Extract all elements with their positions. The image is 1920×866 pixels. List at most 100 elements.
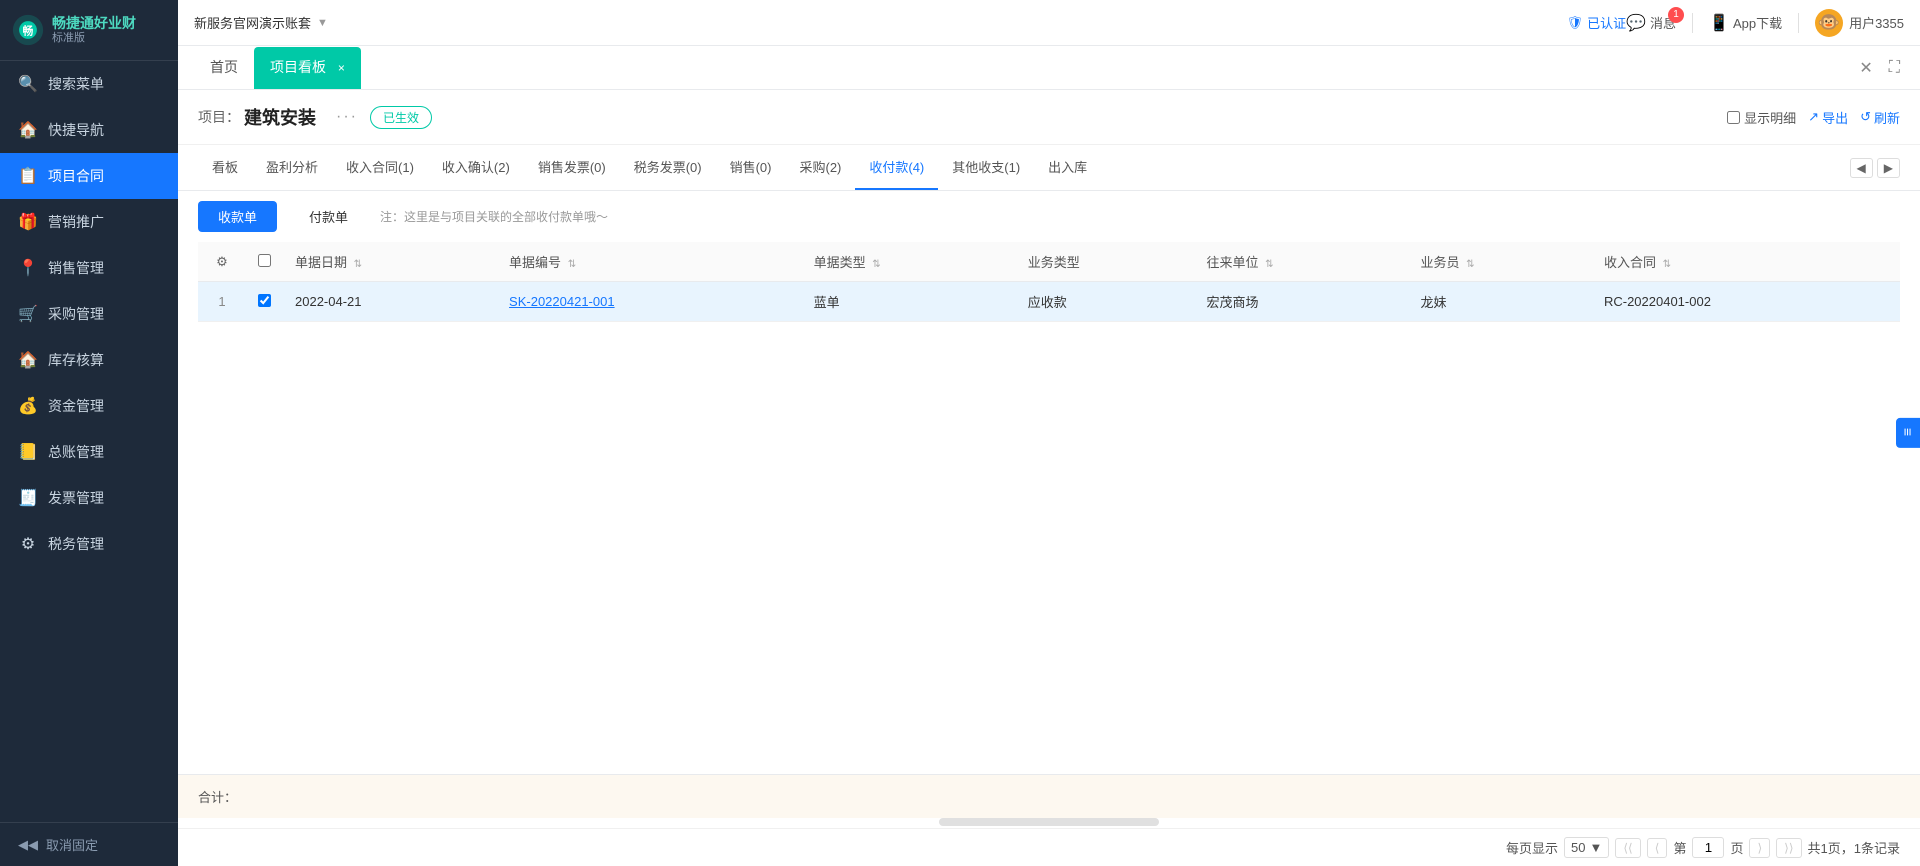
shield-icon: 🛡 — [1567, 15, 1584, 31]
sidebar-item-inventory[interactable]: 🏠库存核算 — [0, 337, 178, 383]
sidebar-footer-unpin[interactable]: ◀◀ 取消固定 — [0, 822, 178, 866]
sidebar-item-label-sales: 销售管理 — [48, 258, 104, 278]
total-row: 合计： — [178, 774, 1920, 818]
th-code[interactable]: 单据编号 ⇅ — [497, 242, 802, 282]
sub-tab-next[interactable]: ▶ — [1877, 158, 1900, 178]
sidebar-item-finance[interactable]: 💰资金管理 — [0, 383, 178, 429]
project-more-btn[interactable]: ··· — [336, 108, 358, 126]
sub-tab-kanban[interactable]: 看板 — [198, 145, 252, 190]
sidebar-item-search[interactable]: 🔍搜索菜单 — [0, 61, 178, 107]
sidebar-item-label-ledger: 总账管理 — [48, 442, 104, 462]
row-code-link[interactable]: SK-20220421-001 — [509, 294, 615, 309]
sidebar-item-quicknav[interactable]: 🏠快捷导航 — [0, 107, 178, 153]
sidebar-item-tax[interactable]: ⚙ 税务管理 — [0, 521, 178, 567]
collection-toggle-btn[interactable]: 收款单 — [198, 201, 277, 232]
sidebar-item-ledger[interactable]: 📒 总账管理 — [0, 429, 178, 475]
sidebar: 畅 畅捷通好业财 标准版 🔍搜索菜单🏠快捷导航📋项目合同🎁营销推广📍销售管理🛒采… — [0, 0, 178, 866]
sidebar-footer-label: 取消固定 — [46, 835, 98, 854]
th-income-contract[interactable]: 收入合同 ⇅ — [1592, 242, 1900, 282]
tab-project-board[interactable]: 项目看板 × — [254, 47, 361, 89]
sub-tab-in-out[interactable]: 出入库 — [1034, 145, 1101, 190]
table-row: 1 2022-04-21 SK-20220421-001 蓝单 应收款 宏茂商场… — [198, 282, 1900, 322]
tab-close-icon[interactable]: × — [338, 61, 345, 75]
sidebar-item-label-quicknav: 快捷导航 — [48, 120, 104, 140]
messages-btn[interactable]: 💬 消息 1 — [1626, 13, 1676, 33]
sidebar-item-label-tax: 税务管理 — [48, 534, 104, 554]
row-type: 蓝单 — [802, 282, 1016, 322]
th-type[interactable]: 单据类型 ⇅ — [802, 242, 1016, 282]
show-detail-checkbox[interactable]: 显示明细 — [1727, 108, 1796, 127]
sidebar-item-invoice[interactable]: 🧾发票管理 — [0, 475, 178, 521]
refresh-icon: ↺ — [1860, 109, 1871, 125]
sub-tabs: 看板 盈利分析 收入合同(1) 收入确认(2) 销售发票(0) 税务发票(0) … — [178, 145, 1920, 191]
sub-tab-income-contract[interactable]: 收入合同(1) — [332, 145, 428, 190]
th-date[interactable]: 单据日期 ⇅ — [283, 242, 497, 282]
project-status-badge: 已生效 — [370, 106, 432, 129]
tab-close-btn[interactable]: ✕ — [1855, 54, 1876, 82]
page-number-input[interactable] — [1692, 837, 1724, 858]
export-btn[interactable]: ↗ 导出 — [1808, 108, 1848, 127]
sidebar-item-marketing[interactable]: 🎁营销推广 — [0, 199, 178, 245]
refresh-btn[interactable]: ↺ 刷新 — [1860, 108, 1900, 127]
page-first-btn[interactable]: ⟨⟨ — [1615, 838, 1640, 858]
row-check[interactable] — [246, 282, 283, 322]
tax-icon: ⚙ — [18, 534, 38, 554]
sort-partner-icon: ⇅ — [1265, 259, 1273, 270]
payment-toggle-btn[interactable]: 付款单 — [289, 201, 368, 232]
sidebar-item-sales[interactable]: 📍销售管理 — [0, 245, 178, 291]
sidebar-scroll: 🔍搜索菜单🏠快捷导航📋项目合同🎁营销推广📍销售管理🛒采购管理🏠库存核算💰资金管理… — [0, 61, 178, 822]
toggle-note: 注：这里是与项目关联的全部收付款单哦～ — [380, 208, 608, 225]
tab-expand-btn[interactable]: ⛶ — [1885, 54, 1904, 82]
show-detail-input[interactable] — [1727, 111, 1740, 124]
account-dropdown-icon: ▼ — [317, 17, 328, 29]
tab-home[interactable]: 首页 — [194, 47, 254, 89]
project-title: 建筑安装 — [244, 104, 316, 130]
th-biz-type: 业务类型 — [1016, 242, 1195, 282]
row-code[interactable]: SK-20220421-001 — [497, 282, 802, 322]
app-download-btn[interactable]: 📱 App下载 — [1709, 13, 1782, 33]
sub-tab-prev[interactable]: ◀ — [1850, 158, 1873, 178]
page-size-selector[interactable]: 50 ▼ — [1564, 837, 1609, 858]
settings-col-header[interactable]: ⚙ — [198, 242, 246, 282]
message-icon: 💬 — [1626, 13, 1646, 33]
sub-tab-nav: ◀ ▶ — [1850, 158, 1900, 178]
account-selector[interactable]: 新服务官网演示账套 ▼ — [194, 13, 1547, 32]
invoice-icon: 🧾 — [18, 488, 38, 508]
th-partner[interactable]: 往来单位 ⇅ — [1194, 242, 1408, 282]
sub-tab-income-confirm[interactable]: 收入确认(2) — [428, 145, 524, 190]
refresh-label: 刷新 — [1874, 108, 1900, 127]
page-prev-btn[interactable]: ⟨ — [1647, 838, 1668, 858]
sub-tab-payment[interactable]: 收付款(4) — [855, 145, 938, 190]
sort-contract-icon: ⇅ — [1663, 259, 1671, 270]
sub-tab-sales[interactable]: 销售(0) — [716, 145, 786, 190]
main-area: 新服务官网演示账套 ▼ 🛡 已认证 💬 消息 1 📱 App下载 🐵 用户335… — [178, 0, 1920, 866]
row-checkbox[interactable] — [258, 294, 271, 307]
sidebar-item-label-finance: 资金管理 — [48, 396, 104, 416]
page-last-btn[interactable]: ⟩⟩ — [1776, 838, 1801, 858]
sub-tab-other[interactable]: 其他收支(1) — [938, 145, 1034, 190]
sidebar-item-purchase[interactable]: 🛒采购管理 — [0, 291, 178, 337]
pagination-bar: 每页显示 50 ▼ ⟨⟨ ⟨ 第 页 ⟩ ⟩⟩ 共1页，1条记录 — [178, 828, 1920, 866]
sub-tab-tax-invoice[interactable]: 税务发票(0) — [620, 145, 716, 190]
app-name: 畅捷通好业财 — [52, 15, 136, 32]
sidebar-item-contract[interactable]: 📋项目合同 — [0, 153, 178, 199]
sub-tab-sales-invoice[interactable]: 销售发票(0) — [524, 145, 620, 190]
page-next-btn[interactable]: ⟩ — [1749, 838, 1770, 858]
project-header-actions: 显示明细 ↗ 导出 ↺ 刷新 — [1727, 108, 1900, 127]
sub-tab-purchase[interactable]: 采购(2) — [785, 145, 855, 190]
side-panel-btn[interactable]: ≡ — [1896, 418, 1920, 448]
tab-home-label: 首页 — [210, 59, 238, 75]
total-records-label: 共1页，1条记录 — [1808, 838, 1900, 857]
table-scrollbar[interactable] — [178, 818, 1920, 828]
th-salesman[interactable]: 业务员 ⇅ — [1408, 242, 1591, 282]
ledger-icon: 📒 — [18, 442, 38, 462]
sidebar-item-label-contract: 项目合同 — [48, 166, 104, 186]
check-col-header[interactable] — [246, 242, 283, 282]
sub-tab-profit[interactable]: 盈利分析 — [252, 145, 332, 190]
data-table: ⚙ 单据日期 ⇅ 单据编号 ⇅ 单据类型 ⇅ — [198, 242, 1900, 322]
verified-badge: 🛡 已认证 — [1567, 13, 1627, 32]
select-all-checkbox[interactable] — [258, 254, 271, 267]
sort-date-icon: ⇅ — [354, 259, 362, 270]
app-logo-icon: 畅 — [12, 14, 44, 46]
user-btn[interactable]: 🐵 用户3355 — [1815, 9, 1904, 37]
